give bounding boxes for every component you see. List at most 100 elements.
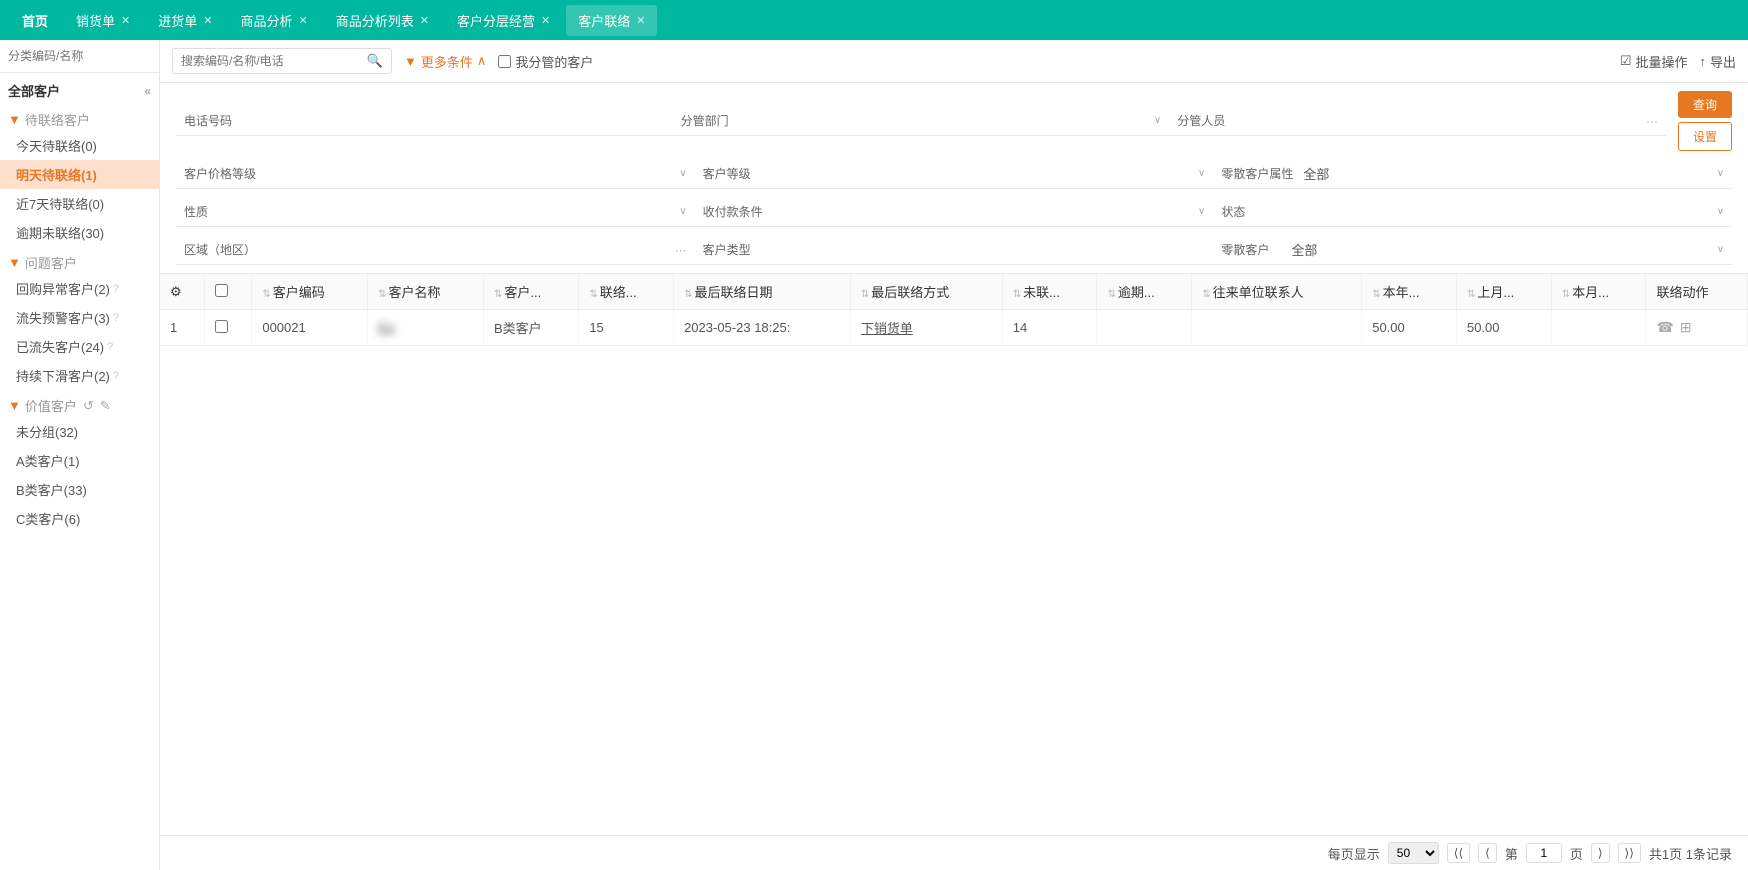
dept-chevron-icon[interactable]: ∨ — [1154, 115, 1161, 126]
sort-icon-year[interactable]: ⇅ — [1372, 289, 1380, 300]
sort-icon-method[interactable]: ⇅ — [861, 289, 869, 300]
sidebar-search-wrap: 🔍 — [0, 40, 159, 73]
batch-ops-btn[interactable]: ☑ 批量操作 — [1620, 52, 1688, 71]
sidebar-item-7day-contact[interactable]: 近7天待联络(0) — [0, 189, 159, 218]
search-icon[interactable]: 🔍 — [367, 53, 383, 69]
sort-icon-unit[interactable]: ⇅ — [1202, 289, 1210, 300]
cell-no-contact: 14 — [1002, 310, 1097, 346]
cell-contact-count: 15 — [579, 310, 674, 346]
sidebar-item-c-class[interactable]: C类客户(6) — [0, 504, 159, 533]
th-overdue: ⇅逾期... — [1097, 274, 1192, 310]
close-icon-2[interactable]: ✕ — [299, 14, 308, 27]
nav-tab-4[interactable]: 客户分层经营 ✕ — [445, 5, 562, 36]
sidebar-item-overdue-contact[interactable]: 逾期未联络(30) — [0, 218, 159, 247]
nav-tab-1[interactable]: 进货单 ✕ — [146, 5, 224, 36]
cell-index: 1 — [160, 310, 205, 346]
cell-last-month: 50.00 — [1456, 310, 1551, 346]
th-actions: 联络动作 — [1646, 274, 1748, 310]
per-page-select[interactable]: 50 100 200 — [1388, 842, 1439, 864]
query-button[interactable]: 查询 — [1678, 91, 1732, 118]
sort-icon-overdue[interactable]: ⇅ — [1107, 289, 1115, 300]
cell-unit-contact — [1192, 310, 1362, 346]
more-filter-btn[interactable]: ▼ 更多条件 ∧ — [404, 52, 486, 71]
filter-manager: 分管人员 ··· — [1169, 106, 1666, 136]
edit-icon[interactable]: ✎ — [100, 398, 111, 414]
nav-tab-5[interactable]: 客户联络 ✕ — [566, 5, 657, 36]
collapse-icon[interactable]: « — [144, 84, 151, 98]
sort-icon-name[interactable]: ⇅ — [378, 289, 386, 300]
search-input[interactable] — [181, 54, 363, 68]
nature-chevron-icon[interactable]: ∨ — [679, 206, 686, 217]
value-customer-group: ▼ 价值客户 ↺ ✎ — [0, 390, 159, 417]
first-page-btn[interactable]: ⟨⟨ — [1447, 843, 1470, 863]
cell-overdue — [1097, 310, 1192, 346]
sidebar-item-today-contact[interactable]: 今天待联络(0) — [0, 131, 159, 160]
status-chevron-icon[interactable]: ∨ — [1717, 206, 1724, 217]
content-area: 🔍 ▼ 更多条件 ∧ 我分管的客户 ☑ 批量操作 ↑ 导出 — [160, 40, 1748, 870]
th-last-date: ⇅最后联络日期 — [674, 274, 851, 310]
next-page-btn[interactable]: ⟩ — [1591, 843, 1610, 863]
help-icon-0: ? — [113, 283, 119, 295]
data-table: ⚙ ⇅客户编码 ⇅客户名称 ⇅客户... ⇅联络... ⇅最后联络日期 ⇅最后联… — [160, 274, 1748, 346]
sidebar-item-repurchase-anomaly[interactable]: 回购异常客户(2) ? — [0, 274, 159, 303]
sidebar-item-churned[interactable]: 已流失客户(24) ? — [0, 332, 159, 361]
region-dots-icon[interactable]: ··· — [675, 243, 687, 257]
sort-icon-nocontact[interactable]: ⇅ — [1013, 289, 1021, 300]
my-customer-checkbox[interactable] — [498, 55, 511, 68]
sort-icon-date[interactable]: ⇅ — [684, 289, 692, 300]
retail-customer-chevron-icon[interactable]: ∨ — [1717, 244, 1724, 255]
sidebar: 🔍 全部客户 « ▼ 待联络客户 今天待联络(0) 明天待联络(1) 近7天待联… — [0, 40, 160, 870]
my-customer-checkbox-wrap: 我分管的客户 — [498, 52, 593, 71]
customer-level-chevron-icon[interactable]: ∨ — [1198, 168, 1205, 179]
sort-icon-thismonth[interactable]: ⇅ — [1562, 289, 1570, 300]
price-level-chevron-icon[interactable]: ∨ — [679, 168, 686, 179]
sidebar-item-a-class[interactable]: A类客户(1) — [0, 446, 159, 475]
sidebar-item-b-class[interactable]: B类客户(33) — [0, 475, 159, 504]
sidebar-item-declining[interactable]: 持续下滑客户(2) ? — [0, 361, 159, 390]
sidebar-item-churn-warning[interactable]: 流失预警客户(3) ? — [0, 303, 159, 332]
close-icon-1[interactable]: ✕ — [203, 14, 212, 27]
sort-icon-lastmonth[interactable]: ⇅ — [1467, 289, 1475, 300]
region-label: 区域（地区） — [184, 241, 256, 258]
nav-tab-0[interactable]: 销货单 ✕ — [64, 5, 142, 36]
sort-icon-type[interactable]: ⇅ — [494, 289, 502, 300]
nav-home[interactable]: 首页 — [10, 5, 60, 36]
manager-dots-icon[interactable]: ··· — [1646, 114, 1658, 128]
action-grid-icon[interactable]: ⊞ — [1680, 319, 1692, 336]
close-icon-5[interactable]: ✕ — [636, 14, 645, 27]
nav-tab-2[interactable]: 商品分析 ✕ — [228, 5, 319, 36]
sort-icon-contact[interactable]: ⇅ — [589, 289, 597, 300]
sidebar-item-tomorrow-contact[interactable]: 明天待联络(1) — [0, 160, 159, 189]
th-settings[interactable]: ⚙ — [160, 274, 205, 310]
page-input[interactable] — [1526, 843, 1562, 863]
help-icon-2: ? — [107, 341, 113, 353]
cell-last-method[interactable]: 下销货单 — [850, 310, 1002, 346]
select-all-checkbox[interactable] — [215, 284, 228, 297]
sort-icon-code[interactable]: ⇅ — [262, 289, 270, 300]
row-checkbox[interactable] — [215, 320, 228, 333]
total-records-label: 共1页 1条记录 — [1649, 844, 1732, 863]
batch-ops-label: 批量操作 — [1635, 52, 1687, 71]
payment-chevron-icon[interactable]: ∨ — [1198, 206, 1205, 217]
table-header-row: ⚙ ⇅客户编码 ⇅客户名称 ⇅客户... ⇅联络... ⇅最后联络日期 ⇅最后联… — [160, 274, 1748, 310]
settings-button[interactable]: 设置 — [1678, 122, 1732, 151]
prev-page-btn[interactable]: ⟨ — [1478, 843, 1497, 863]
close-icon-4[interactable]: ✕ — [541, 14, 550, 27]
more-filter-label: 更多条件 — [421, 52, 473, 71]
cell-name[interactable]: Ea — [368, 310, 484, 346]
sidebar-item-ungrouped[interactable]: 未分组(32) — [0, 417, 159, 446]
cell-year-amount: 50.00 — [1362, 310, 1457, 346]
tab-label-3: 商品分析列表 — [336, 11, 414, 30]
last-page-btn[interactable]: ⟩⟩ — [1618, 843, 1641, 863]
sidebar-search-input[interactable] — [8, 49, 160, 63]
nav-tab-3[interactable]: 商品分析列表 ✕ — [324, 5, 441, 36]
export-label: 导出 — [1710, 52, 1736, 71]
help-icon-1: ? — [113, 312, 119, 324]
action-phone-icon[interactable]: ☎ — [1656, 319, 1673, 336]
close-icon-0[interactable]: ✕ — [121, 14, 130, 27]
refresh-icon[interactable]: ↺ — [83, 398, 94, 414]
export-btn[interactable]: ↑ 导出 — [1699, 52, 1736, 71]
close-icon-3[interactable]: ✕ — [420, 14, 429, 27]
filter-dept: 分管部门 ∨ — [673, 106, 1170, 136]
retail-attr-chevron-icon[interactable]: ∨ — [1717, 168, 1724, 179]
